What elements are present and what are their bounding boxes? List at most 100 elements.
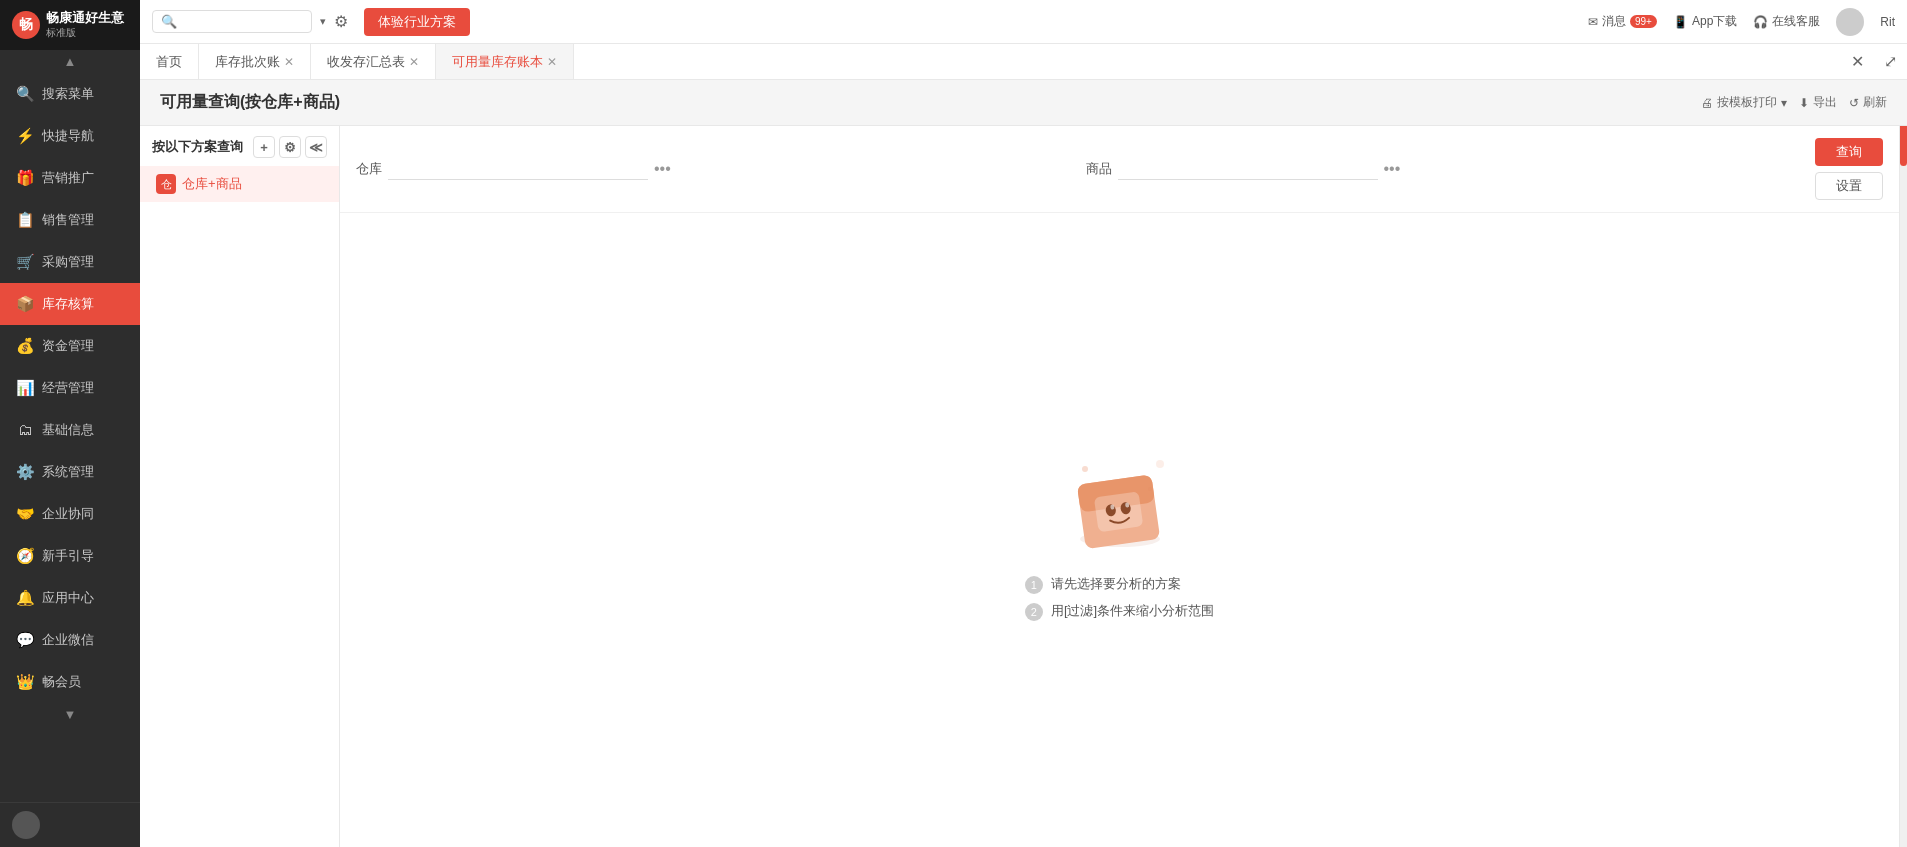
scrollbar[interactable] — [1899, 126, 1907, 847]
message-btn[interactable]: ✉ 消息 99+ — [1588, 13, 1657, 30]
empty-hint-1: 1 请先选择要分析的方案 — [1025, 575, 1214, 594]
template-print-btn[interactable]: 🖨 按模板打印 ▾ — [1701, 94, 1787, 111]
goods-field: 商品 ••• — [1086, 158, 1800, 180]
refresh-btn[interactable]: ↺ 刷新 — [1849, 94, 1887, 111]
sidebar-header: 畅 畅康通好生意 标准版 — [0, 0, 140, 50]
warehouse-field: 仓库 ••• — [356, 158, 1070, 180]
scrollbar-thumb[interactable] — [1900, 126, 1907, 166]
topbar-search-box[interactable]: 🔍 — [152, 10, 312, 33]
svg-rect-3 — [1093, 491, 1142, 532]
tab-label-home: 首页 — [156, 53, 182, 71]
sidebar-item-app-center[interactable]: 🔔 应用中心 — [0, 577, 140, 619]
search-icon: 🔍 — [161, 14, 177, 29]
collapse-scheme-btn[interactable]: ≪ — [305, 136, 327, 158]
scroll-down-btn[interactable]: ▼ — [0, 703, 140, 726]
sidebar-logo: 畅 畅康通好生意 标准版 — [12, 10, 128, 40]
sidebar-icon-inventory: 📦 — [16, 295, 34, 313]
tab-close-receipt-summary[interactable]: ✕ — [409, 55, 419, 69]
sidebar-label-inventory: 库存核算 — [42, 295, 94, 313]
sidebar-label-app-center: 应用中心 — [42, 589, 94, 607]
sidebar-label-sales: 销售管理 — [42, 211, 94, 229]
search-button[interactable]: 查询 — [1815, 138, 1883, 166]
sidebar-item-search[interactable]: 🔍 搜索菜单 — [0, 73, 140, 115]
industry-solution-button[interactable]: 体验行业方案 — [364, 8, 470, 36]
sidebar-icon-sales: 📋 — [16, 211, 34, 229]
tab-close-available-ledger[interactable]: ✕ — [547, 55, 557, 69]
goods-dots-btn[interactable]: ••• — [1384, 161, 1401, 177]
sidebar-item-wechat[interactable]: 💬 企业微信 — [0, 619, 140, 661]
topbar: 🔍 ▾ ⚙ 体验行业方案 ✉ 消息 99+ 📱 App下载 🎧 在线客服 Rit — [140, 0, 1907, 44]
sidebar-footer — [0, 802, 140, 847]
sidebar-item-enterprise[interactable]: 🤝 企业协同 — [0, 493, 140, 535]
sidebar-label-purchase: 采购管理 — [42, 253, 94, 271]
sidebar-item-sales[interactable]: 📋 销售管理 — [0, 199, 140, 241]
app-download-btn[interactable]: 📱 App下载 — [1673, 13, 1737, 30]
user-name: Rit — [1880, 15, 1895, 29]
empty-hints: 1 请先选择要分析的方案 2 用[过滤]条件来缩小分析范围 — [1025, 575, 1214, 621]
close-tab-button[interactable]: ✕ — [1841, 52, 1874, 71]
warehouse-input[interactable] — [388, 158, 648, 180]
phone-icon: 📱 — [1673, 15, 1688, 29]
query-filter-row: 仓库 ••• 商品 ••• 查询 设置 — [340, 126, 1899, 213]
sidebar-item-quick-nav[interactable]: ⚡ 快捷导航 — [0, 115, 140, 157]
tab-batch-account[interactable]: 库存批次账 ✕ — [199, 44, 311, 79]
sidebar-label-member: 畅会员 — [42, 673, 81, 691]
tab-close-batch-account[interactable]: ✕ — [284, 55, 294, 69]
topbar-right: ✉ 消息 99+ 📱 App下载 🎧 在线客服 Rit — [1588, 8, 1895, 36]
goods-input[interactable] — [1118, 158, 1378, 180]
content-area: 按以下方案查询 + ⚙ ≪ 仓 仓库+商品 仓库 ••• — [140, 126, 1907, 847]
filter-item-warehouse-goods[interactable]: 仓 仓库+商品 — [140, 166, 339, 202]
sidebar-icon-app-center: 🔔 — [16, 589, 34, 607]
logo-text: 畅康通好生意 标准版 — [46, 10, 124, 40]
sidebar-icon-enterprise: 🤝 — [16, 505, 34, 523]
query-result-panel: 仓库 ••• 商品 ••• 查询 设置 — [340, 126, 1899, 847]
sidebar-item-basic-info[interactable]: 🗂 基础信息 — [0, 409, 140, 451]
sidebar-label-finance: 资金管理 — [42, 337, 94, 355]
sidebar-label-operations: 经营管理 — [42, 379, 94, 397]
add-scheme-btn[interactable]: + — [253, 136, 275, 158]
search-input[interactable] — [181, 15, 301, 29]
dropdown-arrow-icon: ▾ — [1781, 96, 1787, 110]
sidebar-item-guide[interactable]: 🧭 新手引导 — [0, 535, 140, 577]
sidebar-label-wechat: 企业微信 — [42, 631, 94, 649]
export-btn[interactable]: ⬇ 导出 — [1799, 94, 1837, 111]
sidebar-icon-quick-nav: ⚡ — [16, 127, 34, 145]
sidebar-item-system[interactable]: ⚙️ 系统管理 — [0, 451, 140, 493]
online-service-btn[interactable]: 🎧 在线客服 — [1753, 13, 1820, 30]
svg-point-10 — [1156, 460, 1164, 468]
settings-scheme-btn[interactable]: ⚙ — [279, 136, 301, 158]
message-icon: ✉ — [1588, 15, 1598, 29]
sidebar-nav: ▲ 🔍 搜索菜单 ⚡ 快捷导航 🎁 营销推广 📋 销售管理 🛒 采购管理 📦 库… — [0, 50, 140, 802]
tab-receipt-summary[interactable]: 收发存汇总表 ✕ — [311, 44, 436, 79]
tab-available-ledger[interactable]: 可用量库存账本✕ — [436, 44, 574, 79]
sidebar-item-member[interactable]: 👑 畅会员 — [0, 661, 140, 703]
sidebar-label-system: 系统管理 — [42, 463, 94, 481]
topbar-dropdown-icon[interactable]: ▾ — [320, 15, 326, 28]
filter-scheme-panel: 按以下方案查询 + ⚙ ≪ 仓 仓库+商品 — [140, 126, 340, 847]
empty-state: 1 请先选择要分析的方案 2 用[过滤]条件来缩小分析范围 — [340, 213, 1899, 847]
sidebar-item-finance[interactable]: 💰 资金管理 — [0, 325, 140, 367]
tab-home[interactable]: 首页 — [140, 44, 199, 79]
settings-button[interactable]: 设置 — [1815, 172, 1883, 200]
filter-header-actions: + ⚙ ≪ — [253, 136, 327, 158]
query-buttons: 查询 设置 — [1815, 138, 1883, 200]
sidebar-item-operations[interactable]: 📊 经营管理 — [0, 367, 140, 409]
empty-icon — [1060, 439, 1180, 559]
warehouse-dots-btn[interactable]: ••• — [654, 161, 671, 177]
topbar-settings-icon[interactable]: ⚙ — [334, 12, 348, 31]
tab-label-receipt-summary: 收发存汇总表 — [327, 53, 405, 71]
headset-icon: 🎧 — [1753, 15, 1768, 29]
tab-bar: 首页库存批次账✕收发存汇总表✕可用量库存账本✕ ✕ ⤢ — [140, 44, 1907, 80]
sidebar-item-inventory[interactable]: 📦 库存核算 — [0, 283, 140, 325]
refresh-icon: ↺ — [1849, 96, 1859, 110]
page-header: 可用量查询(按仓库+商品) 🖨 按模板打印 ▾ ⬇ 导出 ↺ 刷新 — [140, 80, 1907, 126]
maximize-button[interactable]: ⤢ — [1874, 52, 1907, 71]
sidebar-item-marketing[interactable]: 🎁 营销推广 — [0, 157, 140, 199]
scroll-up-btn[interactable]: ▲ — [0, 50, 140, 73]
sidebar-item-purchase[interactable]: 🛒 采购管理 — [0, 241, 140, 283]
sidebar-icon-system: ⚙️ — [16, 463, 34, 481]
sidebar-icon-finance: 💰 — [16, 337, 34, 355]
logo-icon: 畅 — [12, 11, 40, 39]
user-avatar[interactable] — [1836, 8, 1864, 36]
tab-label-batch-account: 库存批次账 — [215, 53, 280, 71]
